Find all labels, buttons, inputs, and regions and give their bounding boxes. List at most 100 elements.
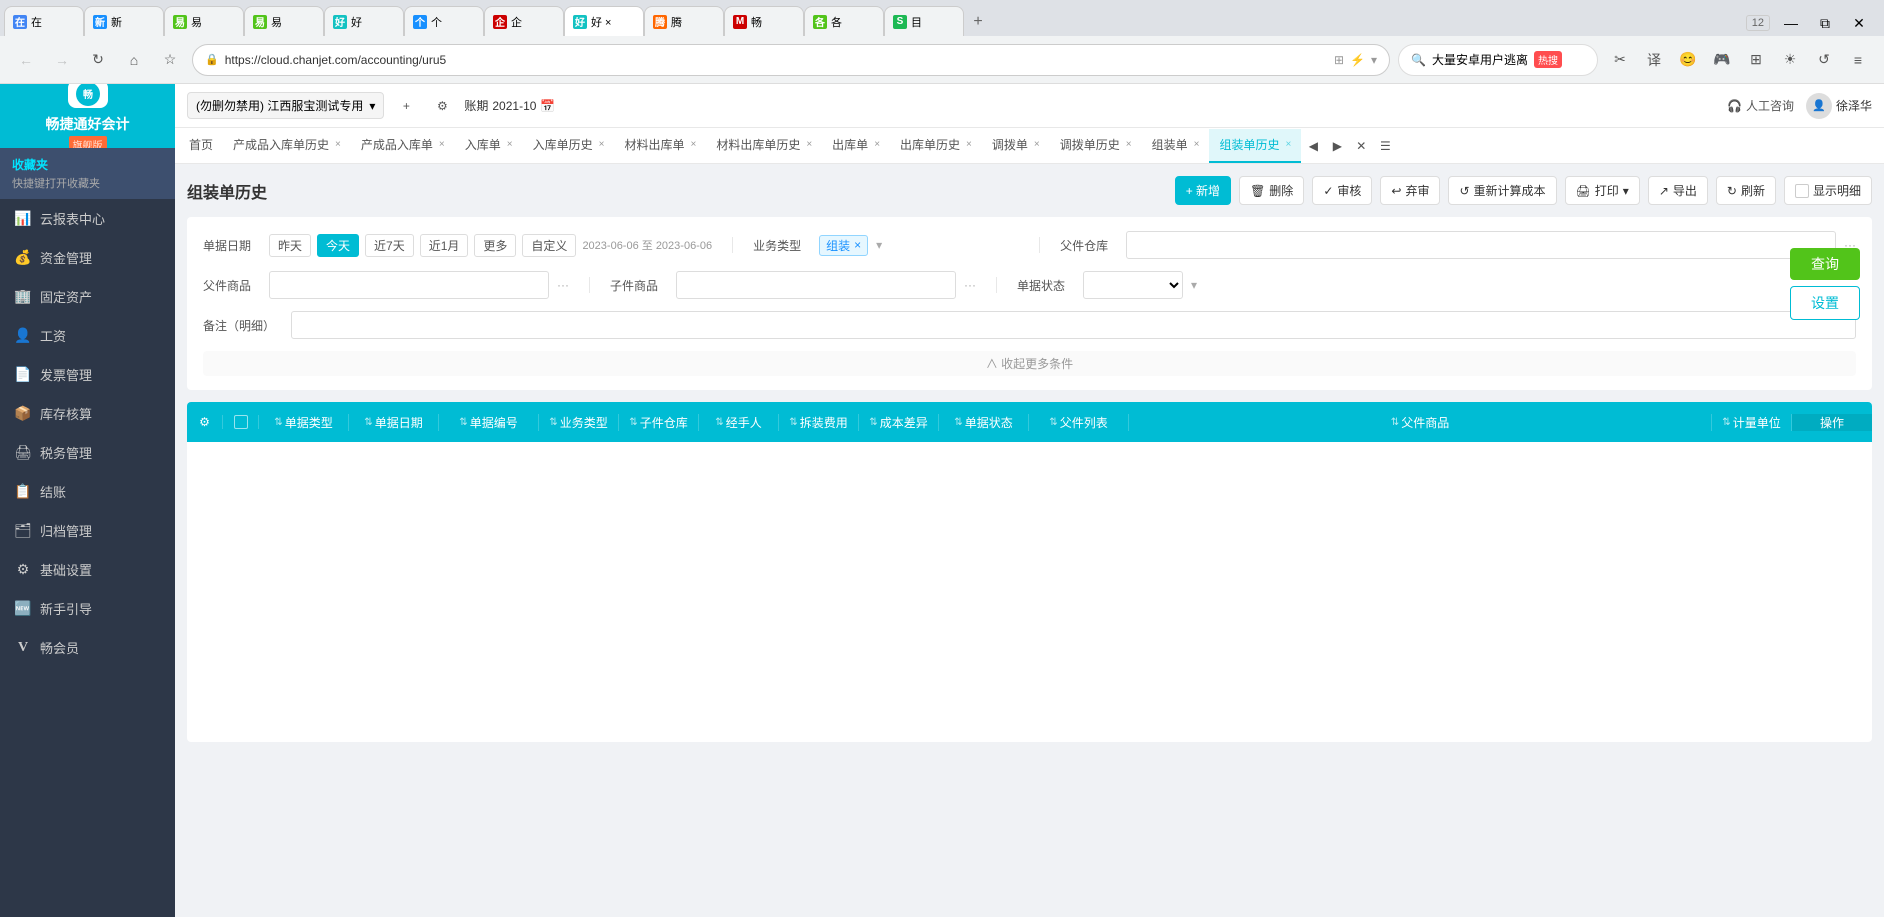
- last7-btn[interactable]: 近7天: [365, 234, 414, 257]
- th-type[interactable]: ⇅ 单据类型: [259, 414, 349, 431]
- th-cost-diff[interactable]: ⇅ 成本差异: [859, 414, 939, 431]
- search-bar[interactable]: 🔍 大量安卓用户逃离 热搜: [1398, 44, 1598, 76]
- url-caret-icon[interactable]: ▾: [1371, 53, 1377, 67]
- url-bar[interactable]: 🔒 https://cloud.chanjet.com/accounting/u…: [192, 44, 1390, 76]
- restore-button[interactable]: ⧉: [1812, 10, 1838, 36]
- export-button[interactable]: ↗ 导出: [1648, 176, 1708, 205]
- tab-right-arrow[interactable]: ▶: [1325, 134, 1349, 158]
- browser-tab-6[interactable]: 个 个: [404, 6, 484, 36]
- more-btn[interactable]: 更多: [474, 234, 516, 257]
- sidebar-favorite[interactable]: 收藏夹 快捷键打开收藏夹: [0, 148, 175, 199]
- tab-out-order-hist-close[interactable]: ×: [966, 139, 972, 150]
- th-no[interactable]: ⇅ 单据编号: [439, 414, 539, 431]
- sidebar-item-salary[interactable]: 👤 工资: [0, 316, 175, 355]
- new-tab-button[interactable]: +: [964, 8, 992, 36]
- th-parent-list[interactable]: ⇅ 父件列表: [1029, 414, 1129, 431]
- browser-tab-12[interactable]: S 目: [884, 6, 964, 36]
- forward-button[interactable]: →: [48, 46, 76, 74]
- tab-mat-out[interactable]: 材料出库单 ×: [614, 129, 706, 163]
- order-status-select[interactable]: [1083, 271, 1183, 299]
- tab-prod-in-hist-close[interactable]: ×: [335, 139, 341, 150]
- sidebar-item-archive[interactable]: 🗂 归档管理: [0, 511, 175, 550]
- tab-prod-in[interactable]: 产成品入库单 ×: [351, 129, 455, 163]
- biz-type-tag-close[interactable]: ×: [854, 238, 861, 252]
- notes-input[interactable]: [291, 311, 1856, 339]
- print-button[interactable]: 🖨 打印 ▾: [1565, 176, 1640, 205]
- biz-type-dropdown-icon[interactable]: ▾: [876, 238, 882, 252]
- collapse-bar[interactable]: ∧ 收起更多条件: [203, 351, 1856, 376]
- show-detail-checkbox[interactable]: 显示明细: [1784, 176, 1872, 205]
- tab-assembly-close[interactable]: ×: [1194, 139, 1200, 150]
- th-order-status[interactable]: ⇅ 单据状态: [939, 414, 1029, 431]
- sidebar-item-guide[interactable]: 🆕 新手引导: [0, 589, 175, 628]
- parent-goods-input[interactable]: [269, 271, 549, 299]
- undo-tool[interactable]: ↺: [1810, 46, 1838, 74]
- sidebar-item-tax[interactable]: 🖨 税务管理: [0, 433, 175, 472]
- sidebar-item-report[interactable]: 📊 云报表中心: [0, 199, 175, 238]
- browser-tab-10[interactable]: M 畅: [724, 6, 804, 36]
- refresh-page-button[interactable]: ↻ 刷新: [1716, 176, 1776, 205]
- add-company-button[interactable]: +: [392, 92, 420, 120]
- child-goods-input[interactable]: [676, 271, 956, 299]
- tab-prod-in-close[interactable]: ×: [439, 139, 445, 150]
- browser-tab-9[interactable]: 腾 腾: [644, 6, 724, 36]
- th-disassembly-fee[interactable]: ⇅ 拆装费用: [779, 414, 859, 431]
- last1m-btn[interactable]: 近1月: [420, 234, 469, 257]
- settings-gear-button[interactable]: ⚙: [428, 92, 456, 120]
- th-check[interactable]: [223, 415, 259, 429]
- service-button[interactable]: 🎧 人工咨询: [1727, 97, 1794, 114]
- scissors-tool[interactable]: ✂: [1606, 46, 1634, 74]
- emoji-tool[interactable]: 😊: [1674, 46, 1702, 74]
- sidebar-item-stock[interactable]: 📦 库存核算: [0, 394, 175, 433]
- new-button[interactable]: + 新增: [1175, 176, 1231, 205]
- tab-mat-out-hist-close[interactable]: ×: [806, 139, 812, 150]
- child-goods-more-btn[interactable]: ···: [964, 278, 976, 292]
- tab-in-order-hist-close[interactable]: ×: [599, 139, 605, 150]
- browser-tab-4[interactable]: 易 易: [244, 6, 324, 36]
- tab-adjust[interactable]: 调拨单 ×: [982, 129, 1050, 163]
- th-setting[interactable]: ⚙: [187, 415, 223, 429]
- tab-prod-in-hist[interactable]: 产成品入库单历史 ×: [223, 129, 351, 163]
- browser-tab-5[interactable]: 好 好: [324, 6, 404, 36]
- th-date[interactable]: ⇅ 单据日期: [349, 414, 439, 431]
- bookmark-button[interactable]: ☆: [156, 46, 184, 74]
- sidebar-item-fund[interactable]: 💰 资金管理: [0, 238, 175, 277]
- yesterday-btn[interactable]: 昨天: [269, 234, 311, 257]
- browser-tab-1[interactable]: 在 在: [4, 6, 84, 36]
- settings-filter-button[interactable]: 设置: [1790, 286, 1860, 320]
- tab-left-arrow[interactable]: ◀: [1301, 134, 1325, 158]
- url-dropdown-icon[interactable]: ⊞: [1334, 53, 1344, 67]
- menu-tool[interactable]: ≡: [1844, 46, 1872, 74]
- browser-tab-3[interactable]: 易 易: [164, 6, 244, 36]
- tab-home[interactable]: 首页: [179, 129, 223, 163]
- abandon-button[interactable]: ↩ 弃审: [1380, 176, 1440, 205]
- sidebar-item-asset[interactable]: 🏢 固定资产: [0, 277, 175, 316]
- th-biz-type[interactable]: ⇅ 业务类型: [539, 414, 619, 431]
- custom-btn[interactable]: 自定义: [522, 234, 576, 257]
- tab-out-order-hist[interactable]: 出库单历史 ×: [890, 129, 982, 163]
- refresh-button[interactable]: ↻: [84, 46, 112, 74]
- game-tool[interactable]: 🎮: [1708, 46, 1736, 74]
- tab-in-order-close[interactable]: ×: [507, 139, 513, 150]
- tab-assembly[interactable]: 组装单 ×: [1142, 129, 1210, 163]
- parent-goods-more-btn[interactable]: ···: [557, 278, 569, 292]
- browser-tab-11[interactable]: 各 各: [804, 6, 884, 36]
- browser-tab-8[interactable]: 好 好 ×: [564, 6, 644, 36]
- browser-tab-2[interactable]: 新 新: [84, 6, 164, 36]
- sidebar-item-invoice[interactable]: 📄 发票管理: [0, 355, 175, 394]
- tab-assembly-hist-close[interactable]: ×: [1285, 139, 1291, 150]
- header-checkbox[interactable]: [234, 415, 248, 429]
- th-parent-goods[interactable]: ⇅ 父件商品: [1129, 414, 1712, 431]
- tab-mat-out-hist[interactable]: 材料出库单历史 ×: [706, 129, 822, 163]
- parent-warehouse-input[interactable]: [1126, 231, 1836, 259]
- sidebar-item-member[interactable]: V 畅会员: [0, 628, 175, 667]
- company-selector[interactable]: (勿删勿禁用) 江西服宝测试专用 ▾: [187, 92, 384, 119]
- grid-tool[interactable]: ⊞: [1742, 46, 1770, 74]
- back-button[interactable]: ←: [12, 46, 40, 74]
- th-child-warehouse[interactable]: ⇅ 子件仓库: [619, 414, 699, 431]
- recalc-button[interactable]: ↺ 重新计算成本: [1448, 176, 1556, 205]
- tab-mat-out-close[interactable]: ×: [690, 139, 696, 150]
- translate-tool[interactable]: 译: [1640, 46, 1668, 74]
- tab-close-all[interactable]: ✕: [1349, 134, 1373, 158]
- home-button[interactable]: ⌂: [120, 46, 148, 74]
